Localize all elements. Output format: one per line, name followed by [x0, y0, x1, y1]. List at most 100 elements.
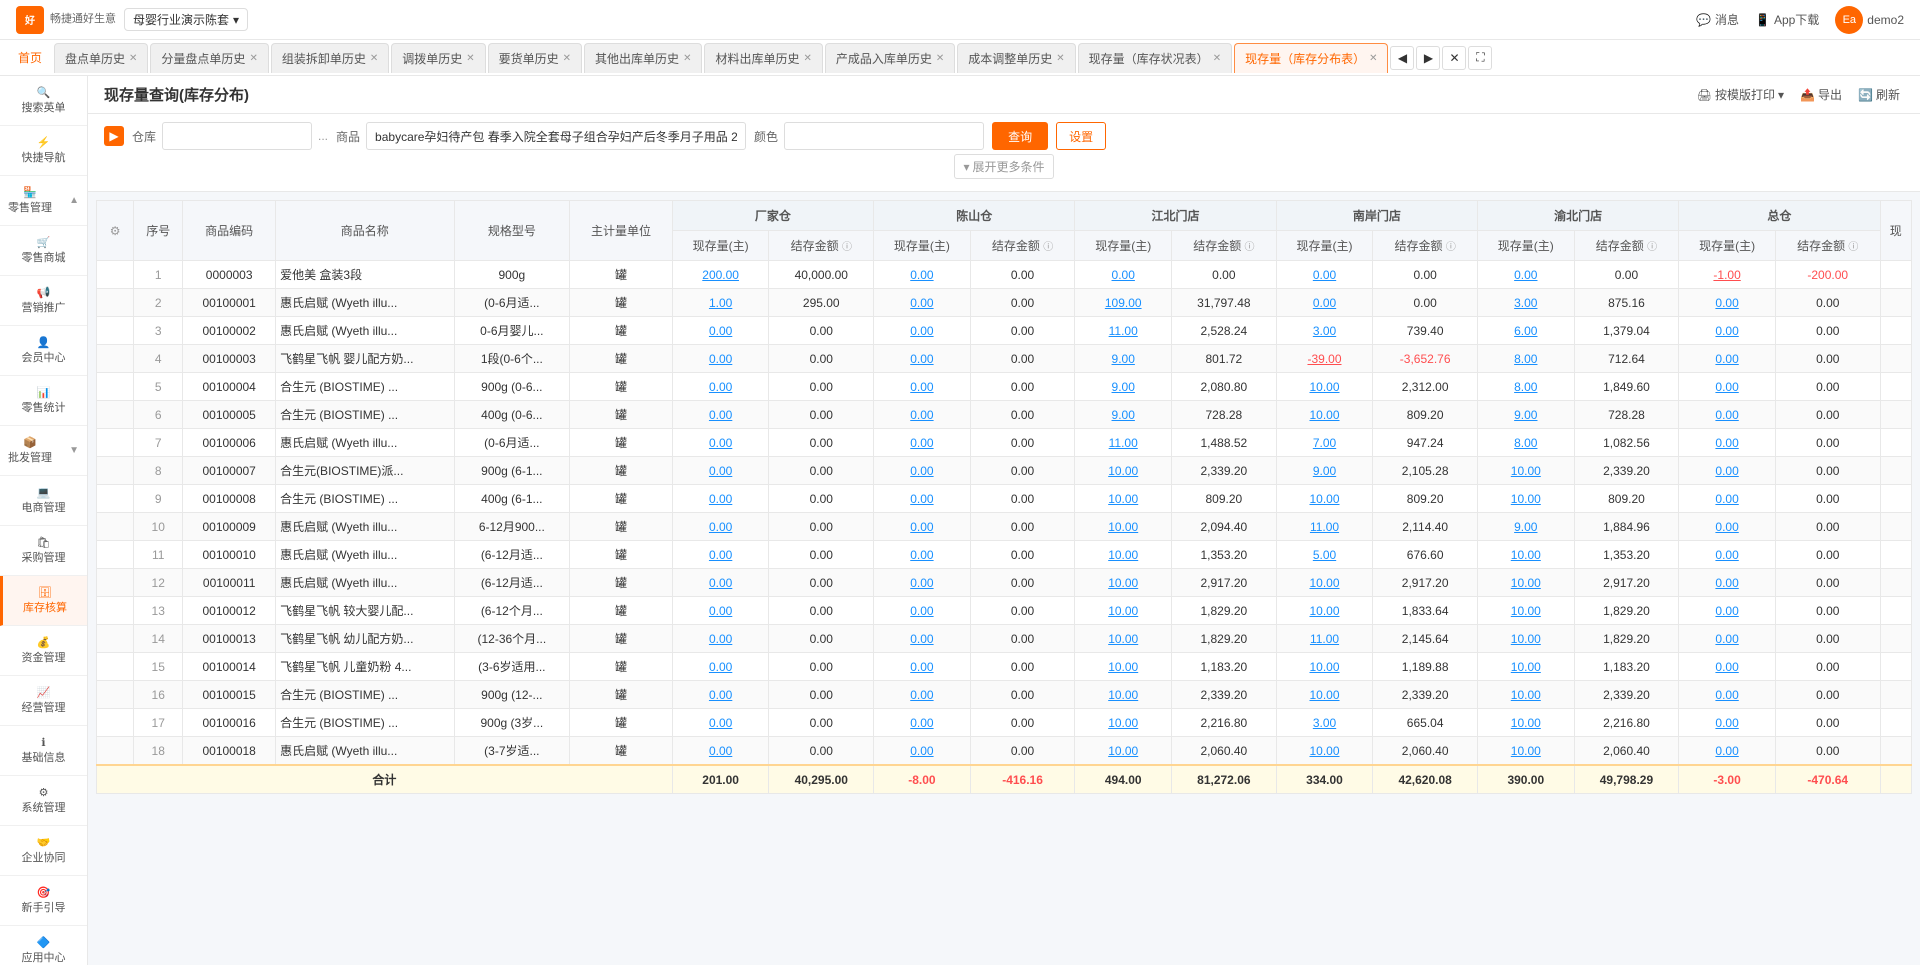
cell-total-stock-11[interactable]: 0.00: [1679, 569, 1776, 597]
cell-jiangbei-stock-9[interactable]: 10.00: [1075, 513, 1172, 541]
cell-nanan-stock-17[interactable]: 10.00: [1276, 737, 1373, 766]
cell-chen-stock-13[interactable]: 0.00: [874, 625, 971, 653]
sidebar-item-search[interactable]: 🔍 搜索英单: [0, 76, 87, 126]
sidebar-item-marketing[interactable]: 📢 营销推广: [0, 276, 87, 326]
jiangbei-amount-info-icon[interactable]: ⓘ: [1245, 238, 1255, 253]
cell-jiangbei-stock-14[interactable]: 10.00: [1075, 653, 1172, 681]
tab-qita[interactable]: 其他出库单历史 ✕: [584, 43, 702, 73]
cell-chen-stock-7[interactable]: 0.00: [874, 457, 971, 485]
sidebar-item-retail-stats[interactable]: 📊 零售统计: [0, 376, 87, 426]
tab-fenpandian-close[interactable]: ✕: [249, 53, 257, 64]
cell-nanan-stock-11[interactable]: 10.00: [1276, 569, 1373, 597]
cell-nanan-stock-1[interactable]: 0.00: [1276, 289, 1373, 317]
sidebar-item-guide[interactable]: 🎯 新手引导: [0, 876, 87, 926]
cell-yubeimen-stock-8[interactable]: 10.00: [1477, 485, 1574, 513]
cell-factory-stock-11[interactable]: 0.00: [672, 569, 769, 597]
cell-chen-stock-17[interactable]: 0.00: [874, 737, 971, 766]
tab-cailiao[interactable]: 材料出库单历史 ✕: [704, 43, 822, 73]
cell-total-stock-3[interactable]: 0.00: [1679, 345, 1776, 373]
cell-factory-stock-4[interactable]: 0.00: [672, 373, 769, 401]
expand-conditions-btn[interactable]: ▾ 展开更多条件: [954, 154, 1053, 179]
total-amount-info-icon[interactable]: ⓘ: [1848, 238, 1858, 253]
cell-nanan-stock-14[interactable]: 10.00: [1276, 653, 1373, 681]
cell-chen-stock-10[interactable]: 0.00: [874, 541, 971, 569]
tab-home[interactable]: 首页: [8, 43, 52, 73]
tab-yaohuo-close[interactable]: ✕: [563, 53, 571, 64]
tab-diaobo[interactable]: 调拨单历史 ✕: [391, 43, 485, 73]
cell-total-stock-14[interactable]: 0.00: [1679, 653, 1776, 681]
th-settings[interactable]: ⚙: [97, 201, 134, 261]
cell-chen-stock-16[interactable]: 0.00: [874, 709, 971, 737]
cell-nanan-stock-6[interactable]: 7.00: [1276, 429, 1373, 457]
tab-chengbentiao[interactable]: 成本调整单历史 ✕: [957, 43, 1075, 73]
cell-total-stock-8[interactable]: 0.00: [1679, 485, 1776, 513]
cell-nanan-stock-13[interactable]: 11.00: [1276, 625, 1373, 653]
cell-jiangbei-stock-4[interactable]: 9.00: [1075, 373, 1172, 401]
cell-chen-stock-12[interactable]: 0.00: [874, 597, 971, 625]
chen-amount-info-icon[interactable]: ⓘ: [1043, 238, 1053, 253]
tab-yaohuo[interactable]: 要货单历史 ✕: [488, 43, 582, 73]
tab-zuhe-close[interactable]: ✕: [370, 53, 378, 64]
cell-yubeimen-stock-11[interactable]: 10.00: [1477, 569, 1574, 597]
cell-nanan-stock-10[interactable]: 5.00: [1276, 541, 1373, 569]
sidebar-item-member[interactable]: 👤 会员中心: [0, 326, 87, 376]
cell-factory-stock-7[interactable]: 0.00: [672, 457, 769, 485]
tab-close-all[interactable]: ✕: [1442, 46, 1466, 70]
industry-selector[interactable]: 母婴行业演示陈套 ▾: [124, 8, 248, 31]
cell-total-stock-7[interactable]: 0.00: [1679, 457, 1776, 485]
filter-toggle-btn[interactable]: ▶: [104, 126, 124, 146]
cell-total-stock-10[interactable]: 0.00: [1679, 541, 1776, 569]
tab-kucun-status-close[interactable]: ✕: [1213, 53, 1221, 64]
cell-factory-stock-8[interactable]: 0.00: [672, 485, 769, 513]
cell-yubeimen-stock-13[interactable]: 10.00: [1477, 625, 1574, 653]
cell-jiangbei-stock-16[interactable]: 10.00: [1075, 709, 1172, 737]
sidebar-item-finance[interactable]: 💰 资金管理: [0, 626, 87, 676]
cell-chen-stock-4[interactable]: 0.00: [874, 373, 971, 401]
tab-nav-prev[interactable]: ◀: [1390, 46, 1414, 70]
cell-total-stock-2[interactable]: 0.00: [1679, 317, 1776, 345]
color-input[interactable]: [784, 122, 984, 150]
cell-yubeimen-stock-17[interactable]: 10.00: [1477, 737, 1574, 766]
cell-chen-stock-0[interactable]: 0.00: [874, 261, 971, 289]
cell-jiangbei-stock-12[interactable]: 10.00: [1075, 597, 1172, 625]
tab-nav-next[interactable]: ▶: [1416, 46, 1440, 70]
settings-icon[interactable]: ⚙: [107, 223, 123, 239]
cell-nanan-stock-16[interactable]: 3.00: [1276, 709, 1373, 737]
yubeimen-amount-info-icon[interactable]: ⓘ: [1647, 238, 1657, 253]
sidebar-item-inventory[interactable]: 🗄 库存核算: [0, 576, 87, 626]
cell-factory-stock-15[interactable]: 0.00: [672, 681, 769, 709]
export-btn[interactable]: 📤 导出: [1796, 84, 1846, 105]
user-area[interactable]: Ea demo2: [1835, 6, 1904, 34]
cell-jiangbei-stock-1[interactable]: 109.00: [1075, 289, 1172, 317]
cell-yubeimen-stock-9[interactable]: 9.00: [1477, 513, 1574, 541]
sidebar-item-ecommerce[interactable]: 💻 电商管理: [0, 476, 87, 526]
cell-jiangbei-stock-13[interactable]: 10.00: [1075, 625, 1172, 653]
cell-factory-stock-2[interactable]: 0.00: [672, 317, 769, 345]
cell-nanan-stock-5[interactable]: 10.00: [1276, 401, 1373, 429]
sidebar-item-nav[interactable]: ⚡ 快捷导航: [0, 126, 87, 176]
cell-nanan-stock-8[interactable]: 10.00: [1276, 485, 1373, 513]
cell-chen-stock-15[interactable]: 0.00: [874, 681, 971, 709]
cell-factory-stock-5[interactable]: 0.00: [672, 401, 769, 429]
tab-fenpandian[interactable]: 分量盘点单历史 ✕: [150, 43, 268, 73]
goods-input[interactable]: [366, 122, 746, 150]
nanan-amount-info-icon[interactable]: ⓘ: [1446, 238, 1456, 253]
cell-jiangbei-stock-5[interactable]: 9.00: [1075, 401, 1172, 429]
tab-chengbentiao-close[interactable]: ✕: [1056, 53, 1064, 64]
tab-expand[interactable]: ⛶: [1468, 46, 1492, 70]
cell-total-stock-12[interactable]: 0.00: [1679, 597, 1776, 625]
cell-yubeimen-stock-3[interactable]: 8.00: [1477, 345, 1574, 373]
cell-nanan-stock-4[interactable]: 10.00: [1276, 373, 1373, 401]
cell-jiangbei-stock-3[interactable]: 9.00: [1075, 345, 1172, 373]
cell-jiangbei-stock-0[interactable]: 0.00: [1075, 261, 1172, 289]
cell-yubeimen-stock-6[interactable]: 8.00: [1477, 429, 1574, 457]
cell-factory-stock-14[interactable]: 0.00: [672, 653, 769, 681]
cell-yubeimen-stock-15[interactable]: 10.00: [1477, 681, 1574, 709]
message-btn[interactable]: 💬 消息: [1696, 11, 1739, 28]
tab-pandian[interactable]: 盘点单历史 ✕: [54, 43, 148, 73]
sidebar-item-system[interactable]: ⚙ 系统管理: [0, 776, 87, 826]
cell-yubeimen-stock-4[interactable]: 8.00: [1477, 373, 1574, 401]
cell-total-stock-17[interactable]: 0.00: [1679, 737, 1776, 766]
app-download-btn[interactable]: 📱 App下载: [1755, 11, 1819, 28]
cell-factory-stock-6[interactable]: 0.00: [672, 429, 769, 457]
